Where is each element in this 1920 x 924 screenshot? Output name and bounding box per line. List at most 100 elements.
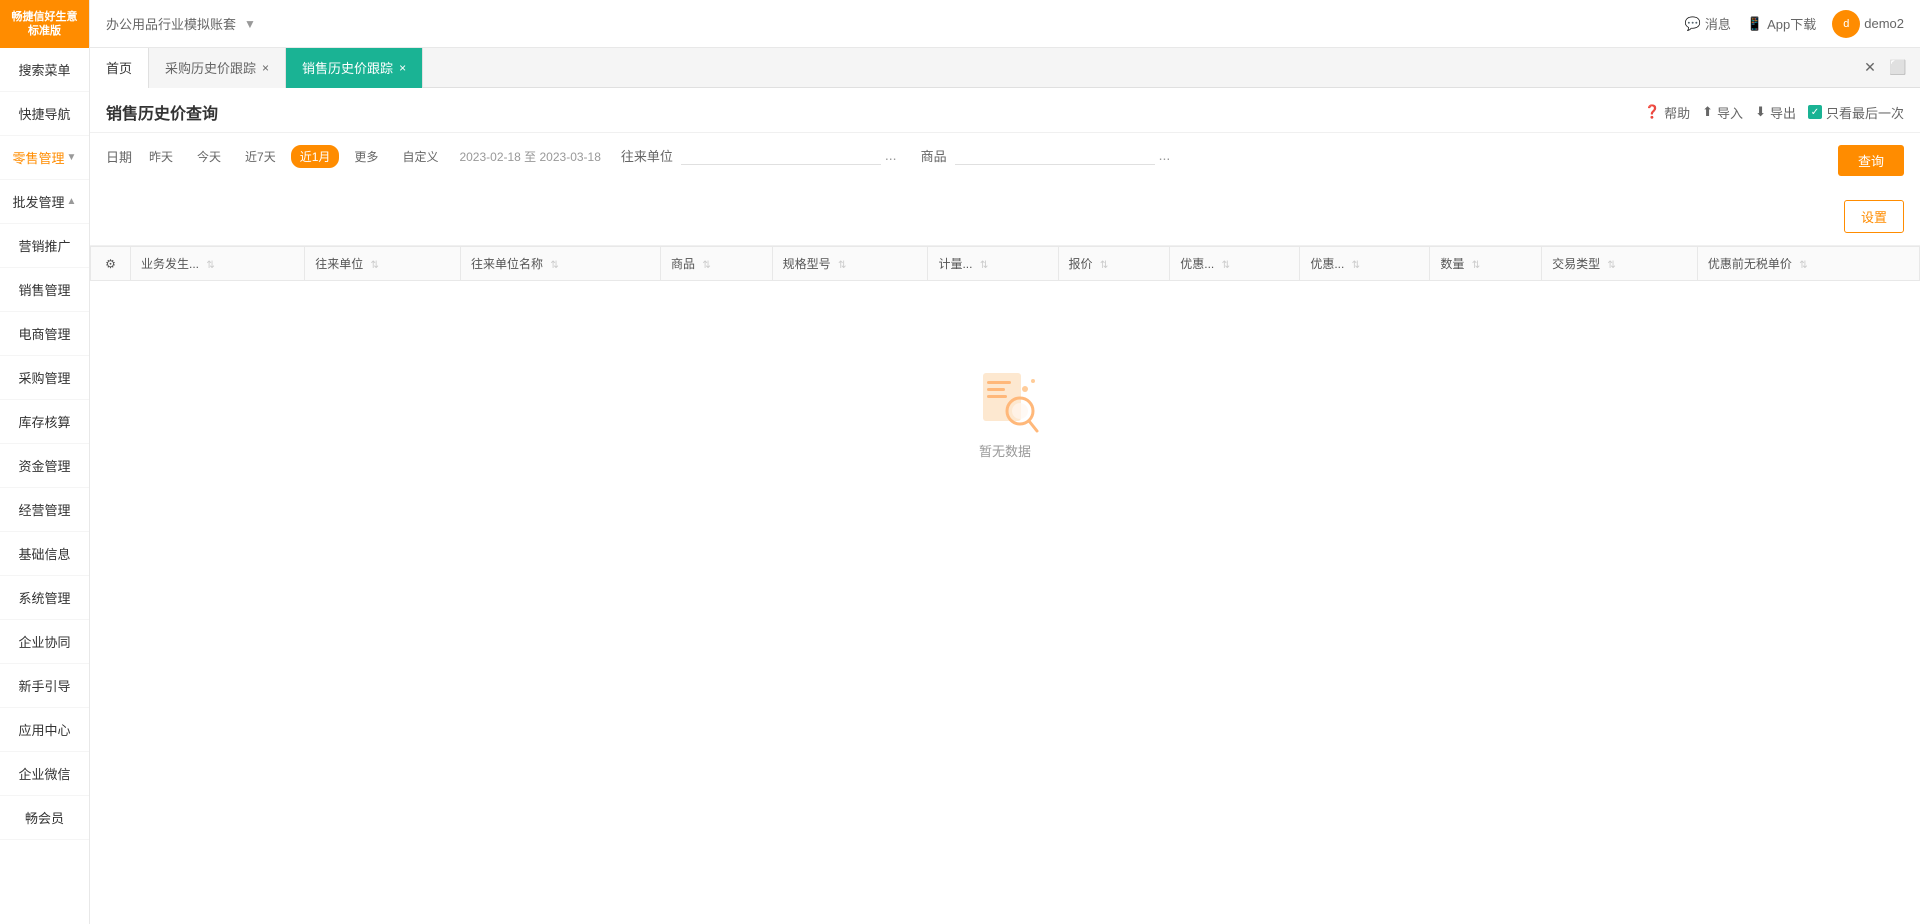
export-icon: ⬇ [1755, 104, 1766, 120]
app-download-action[interactable]: 📱 App下载 [1747, 14, 1816, 33]
tab-sales-history[interactable]: 销售历史价跟踪 × [286, 48, 423, 88]
filter-actions: 查询 [1838, 145, 1904, 176]
sort-icon: ⇅ [206, 260, 214, 271]
workspace-info: 办公用品行业模拟账套 ▼ [106, 14, 256, 33]
sidebar-item-operations[interactable]: 经营管理 [0, 488, 89, 532]
user-name: demo2 [1864, 16, 1904, 31]
th-spec[interactable]: 规格型号 ⇅ [772, 247, 928, 281]
help-action[interactable]: ❓ 帮助 [1644, 103, 1690, 122]
th-settings[interactable]: ⚙ [91, 247, 131, 281]
window-controls: ✕ ⬜ [1860, 58, 1920, 78]
product-label: 商品 [921, 146, 947, 165]
product-dots[interactable]: ... [1155, 147, 1175, 163]
main-area: 办公用品行业模拟账套 ▼ 💬 消息 📱 App下载 d demo2 首页 [90, 0, 1920, 924]
sidebar-item-inventory[interactable]: 库存核算 [0, 400, 89, 444]
close-window-button[interactable]: ✕ [1860, 58, 1880, 78]
user-profile[interactable]: d demo2 [1832, 10, 1904, 38]
message-icon: 💬 [1685, 16, 1701, 32]
partner-input[interactable] [681, 145, 881, 165]
export-action[interactable]: ⬇ 导出 [1755, 103, 1796, 122]
th-trade-type[interactable]: 交易类型 ⇅ [1542, 247, 1698, 281]
message-action[interactable]: 💬 消息 [1685, 14, 1731, 33]
import-action[interactable]: ⬆ 导入 [1702, 103, 1743, 122]
partner-filter-group: 往来单位 ... [621, 145, 901, 165]
date-btn-custom[interactable]: 自定义 [393, 145, 447, 168]
sidebar-item-wechat[interactable]: 企业微信 [0, 752, 89, 796]
avatar-text: d [1843, 18, 1849, 30]
th-product[interactable]: 商品 ⇅ [660, 247, 772, 281]
tab-purchase-history[interactable]: 采购历史价跟踪 × [149, 48, 286, 88]
logo-text: 畅捷信好生意 [12, 10, 78, 24]
tab-purchase-close-icon[interactable]: × [262, 61, 269, 75]
only-last-toggle[interactable]: 只看最后一次 [1808, 103, 1904, 122]
maximize-window-button[interactable]: ⬜ [1888, 58, 1908, 78]
sidebar-item-enterprise[interactable]: 企业协同 [0, 620, 89, 664]
th-quantity[interactable]: 数量 ⇅ [1430, 247, 1542, 281]
partner-dots[interactable]: ... [881, 147, 901, 163]
sidebar-item-finance[interactable]: 资金管理 [0, 444, 89, 488]
th-partner-code[interactable]: 往来单位 ⇅ [305, 247, 461, 281]
partner-label: 往来单位 [621, 146, 673, 165]
avatar: d [1832, 10, 1860, 38]
sidebar-item-purchase[interactable]: 采购管理 [0, 356, 89, 400]
sidebar-item-basic[interactable]: 基础信息 [0, 532, 89, 576]
sidebar-item-appstore[interactable]: 应用中心 [0, 708, 89, 752]
page-header: 销售历史价查询 ❓ 帮助 ⬆ 导入 ⬇ 导出 只看最后一次 [90, 88, 1920, 133]
sort-icon: ⇅ [1100, 260, 1108, 271]
date-btn-today[interactable]: 今天 [188, 145, 230, 168]
date-btn-yesterday[interactable]: 昨天 [140, 145, 182, 168]
sidebar-item-member[interactable]: 畅会员 [0, 796, 89, 840]
page-actions: ❓ 帮助 ⬆ 导入 ⬇ 导出 只看最后一次 [1644, 103, 1904, 122]
th-biz-date[interactable]: 业务发生... ⇅ [131, 247, 305, 281]
th-discount2[interactable]: 优惠... ⇅ [1300, 247, 1430, 281]
tab-purchase-history-label: 采购历史价跟踪 [165, 58, 256, 77]
sort-icon: ⇅ [1222, 260, 1230, 271]
message-label: 消息 [1705, 14, 1731, 33]
sidebar-item-wholesale[interactable]: 批发管理 ▲ [0, 180, 89, 224]
app-download-label: App下载 [1767, 14, 1816, 33]
th-discount1[interactable]: 优惠... ⇅ [1170, 247, 1300, 281]
tab-sales-close-icon[interactable]: × [399, 61, 406, 75]
header-actions: 💬 消息 📱 App下载 d demo2 [1685, 10, 1904, 38]
th-pretax-price[interactable]: 优惠前无税单价 ⇅ [1697, 247, 1919, 281]
chevron-down-icon: ▼ [67, 152, 77, 163]
workspace-dropdown-icon[interactable]: ▼ [244, 17, 256, 31]
tab-sales-history-label: 销售历史价跟踪 [302, 58, 393, 77]
content-area: 销售历史价查询 ❓ 帮助 ⬆ 导入 ⬇ 导出 只看最后一次 [90, 88, 1920, 924]
sort-icon: ⇅ [980, 260, 988, 271]
sidebar-item-system[interactable]: 系统管理 [0, 576, 89, 620]
tab-home[interactable]: 首页 [90, 48, 149, 88]
settings-button[interactable]: 设置 [1844, 200, 1904, 233]
partner-input-wrap: ... [681, 145, 901, 165]
date-btn-more[interactable]: 更多 [345, 145, 387, 168]
sidebar-item-ecommerce[interactable]: 电商管理 [0, 312, 89, 356]
export-label: 导出 [1770, 103, 1796, 122]
sidebar-item-guide[interactable]: 新手引导 [0, 664, 89, 708]
sidebar-item-retail[interactable]: 零售管理 ▼ [0, 136, 89, 180]
only-last-checkbox[interactable] [1808, 105, 1822, 119]
date-btn-7days[interactable]: 近7天 [236, 145, 285, 168]
sort-icon: ⇅ [838, 260, 846, 271]
sidebar-item-search[interactable]: 搜索菜单 [0, 48, 89, 92]
sort-icon: ⇅ [1352, 260, 1360, 271]
sidebar-item-sales[interactable]: 销售管理 [0, 268, 89, 312]
only-last-label: 只看最后一次 [1826, 103, 1904, 122]
date-options: 昨天 今天 近7天 近1月 更多 自定义 [140, 145, 447, 168]
logo: 畅捷信好生意 标准版 [0, 0, 89, 48]
empty-text: 暂无数据 [979, 441, 1031, 460]
sidebar-item-marketing[interactable]: 营销推广 [0, 224, 89, 268]
filter-area: 日期 昨天 今天 近7天 近1月 更多 自定义 2023-02-18 至 202… [90, 133, 1920, 246]
product-input-wrap: ... [955, 145, 1175, 165]
sort-icon: ⇅ [1607, 260, 1615, 271]
th-price[interactable]: 报价 ⇅ [1058, 247, 1170, 281]
th-unit[interactable]: 计量... ⇅ [928, 247, 1058, 281]
tab-home-label: 首页 [106, 58, 132, 77]
th-partner-name[interactable]: 往来单位名称 ⇅ [461, 247, 661, 281]
product-input[interactable] [955, 145, 1155, 165]
date-filter-group: 日期 昨天 今天 近7天 近1月 更多 自定义 2023-02-18 至 202… [106, 145, 601, 168]
date-btn-1month[interactable]: 近1月 [291, 145, 340, 168]
table-wrap: ⚙ 业务发生... ⇅ 往来单位 ⇅ 往来单位名称 ⇅ 商品 ⇅ [90, 246, 1920, 540]
sidebar-item-shortcut[interactable]: 快捷导航 [0, 92, 89, 136]
help-label: 帮助 [1664, 103, 1690, 122]
query-button[interactable]: 查询 [1838, 145, 1904, 176]
